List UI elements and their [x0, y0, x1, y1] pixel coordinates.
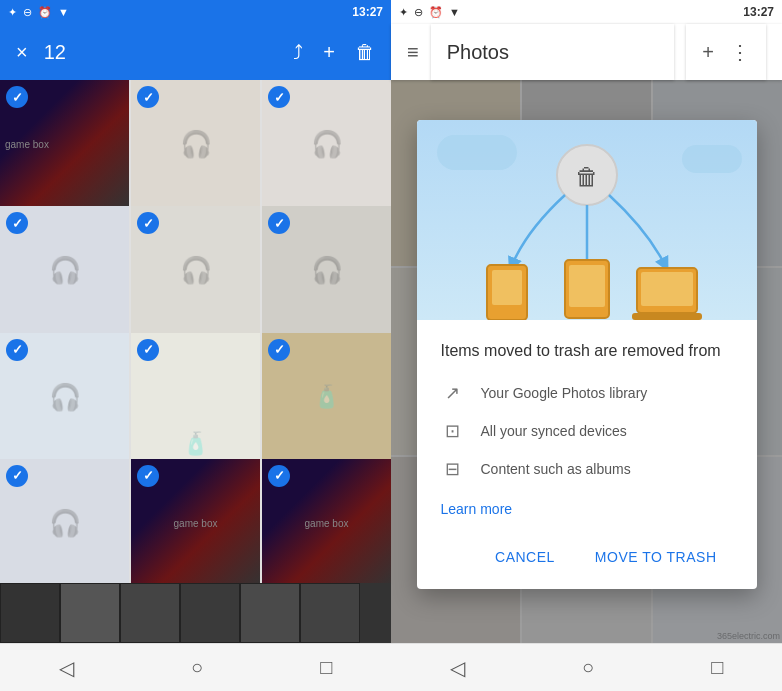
delete-button[interactable]: 🗑	[355, 41, 375, 64]
svg-rect-7	[641, 272, 693, 306]
recents-nav-button[interactable]: □	[691, 648, 743, 687]
albums-icon: ⊟	[441, 458, 465, 480]
library-icon: ↗	[441, 382, 465, 404]
list-item: ⊟ Content such as albums	[441, 458, 733, 480]
dialog-actions: CANCEL MOVE TO TRASH	[441, 533, 733, 573]
share-button[interactable]: ⤴	[293, 41, 303, 64]
photo-cell[interactable]: 🎧	[0, 333, 129, 462]
photo-cell[interactable]: 🎧	[262, 206, 391, 335]
thumbnail-item[interactable]	[300, 583, 360, 643]
more-options-icon[interactable]: ⋮	[730, 40, 750, 64]
check-icon	[268, 465, 290, 487]
add-icon[interactable]: +	[702, 41, 714, 64]
thumbnail-item[interactable]	[180, 583, 240, 643]
move-to-trash-button[interactable]: MOVE TO TRASH	[579, 541, 733, 573]
thumbnail-item[interactable]	[60, 583, 120, 643]
right-nav-bar: ◁ ○ □	[391, 643, 782, 691]
close-button[interactable]: ×	[16, 41, 28, 64]
header-actions: ⤴ + 🗑	[293, 41, 375, 64]
photo-cell[interactable]: 🎧	[262, 80, 391, 209]
dialog-body: Items moved to trash are removed from ↗ …	[417, 320, 757, 589]
check-icon	[6, 339, 28, 361]
photo-cell[interactable]: 🎧	[0, 459, 129, 583]
dialog-title: Items moved to trash are removed from	[441, 340, 733, 362]
check-icon	[6, 465, 28, 487]
page-title: Photos	[431, 24, 675, 80]
photo-cell[interactable]: 🧴	[262, 333, 391, 462]
photos-background: 🗑	[391, 80, 782, 643]
dialog-overlay: 🗑	[391, 80, 782, 643]
list-item: ↗ Your Google Photos library	[441, 382, 733, 404]
svg-rect-8	[632, 313, 702, 320]
thumbnail-item[interactable]	[0, 583, 60, 643]
left-nav-bar: ◁ ○ □	[0, 643, 391, 691]
photo-cell[interactable]: game box	[0, 80, 129, 209]
status-bar-right: ✦ ⊖ ⏰ ▼ 13:27	[391, 0, 782, 24]
right-header: ≡ Photos + ⋮	[391, 24, 782, 80]
thumbnail-item[interactable]	[120, 583, 180, 643]
svg-rect-5	[569, 265, 605, 307]
watermark: 365electric.com	[717, 631, 780, 641]
check-icon	[137, 339, 159, 361]
list-item-label: Content such as albums	[481, 461, 631, 477]
list-item: ⊡ All your synced devices	[441, 420, 733, 442]
left-header: × 12 ⤴ + 🗑	[0, 24, 391, 80]
back-nav-button[interactable]: ◁	[39, 648, 94, 688]
devices-icon: ⊡	[441, 420, 465, 442]
check-icon	[6, 86, 28, 108]
photo-cell[interactable]: game box	[131, 459, 260, 583]
check-icon	[268, 86, 290, 108]
header-icons: + ⋮	[686, 24, 766, 80]
list-item-label: All your synced devices	[481, 423, 627, 439]
svg-rect-3	[492, 270, 522, 305]
arrows-svg: 🗑	[417, 120, 757, 320]
status-time-right: 13:27	[743, 5, 774, 19]
photo-cell[interactable]: 🧴	[131, 333, 260, 462]
photo-cell[interactable]: 🎧	[131, 80, 260, 209]
check-icon	[137, 86, 159, 108]
svg-text:🗑: 🗑	[575, 163, 599, 190]
left-panel: ✦ ⊖ ⏰ ▼ 13:27 × 12 ⤴ + 🗑 game box 🎧	[0, 0, 391, 691]
photo-grid: game box 🎧 🎧 🎧 🎧	[0, 80, 391, 583]
home-nav-button[interactable]: ○	[171, 648, 223, 687]
recents-nav-button[interactable]: □	[300, 648, 352, 687]
check-icon	[137, 465, 159, 487]
menu-button[interactable]: ≡	[407, 41, 419, 64]
trash-dialog: 🗑	[417, 120, 757, 589]
add-button[interactable]: +	[323, 41, 335, 64]
photo-cell[interactable]: game box	[262, 459, 391, 583]
cancel-button[interactable]: CANCEL	[479, 541, 571, 573]
dialog-list: ↗ Your Google Photos library ⊡ All your …	[441, 382, 733, 480]
dialog-illustration: 🗑	[417, 120, 757, 320]
selection-count: 12	[44, 41, 278, 64]
list-item-label: Your Google Photos library	[481, 385, 648, 401]
check-icon	[268, 339, 290, 361]
thumbnail-strip	[0, 583, 391, 643]
right-panel: ✦ ⊖ ⏰ ▼ 13:27 ≡ Photos + ⋮	[391, 0, 782, 691]
learn-more-link[interactable]: Learn more	[441, 501, 513, 517]
thumbnail-item[interactable]	[240, 583, 300, 643]
status-bar-left: ✦ ⊖ ⏰ ▼ 13:27	[0, 0, 391, 24]
status-time-left: 13:27	[352, 5, 383, 19]
photo-cell[interactable]: 🎧	[0, 206, 129, 335]
photo-cell[interactable]: 🎧	[131, 206, 260, 335]
home-nav-button[interactable]: ○	[562, 648, 614, 687]
back-nav-button[interactable]: ◁	[430, 648, 485, 688]
